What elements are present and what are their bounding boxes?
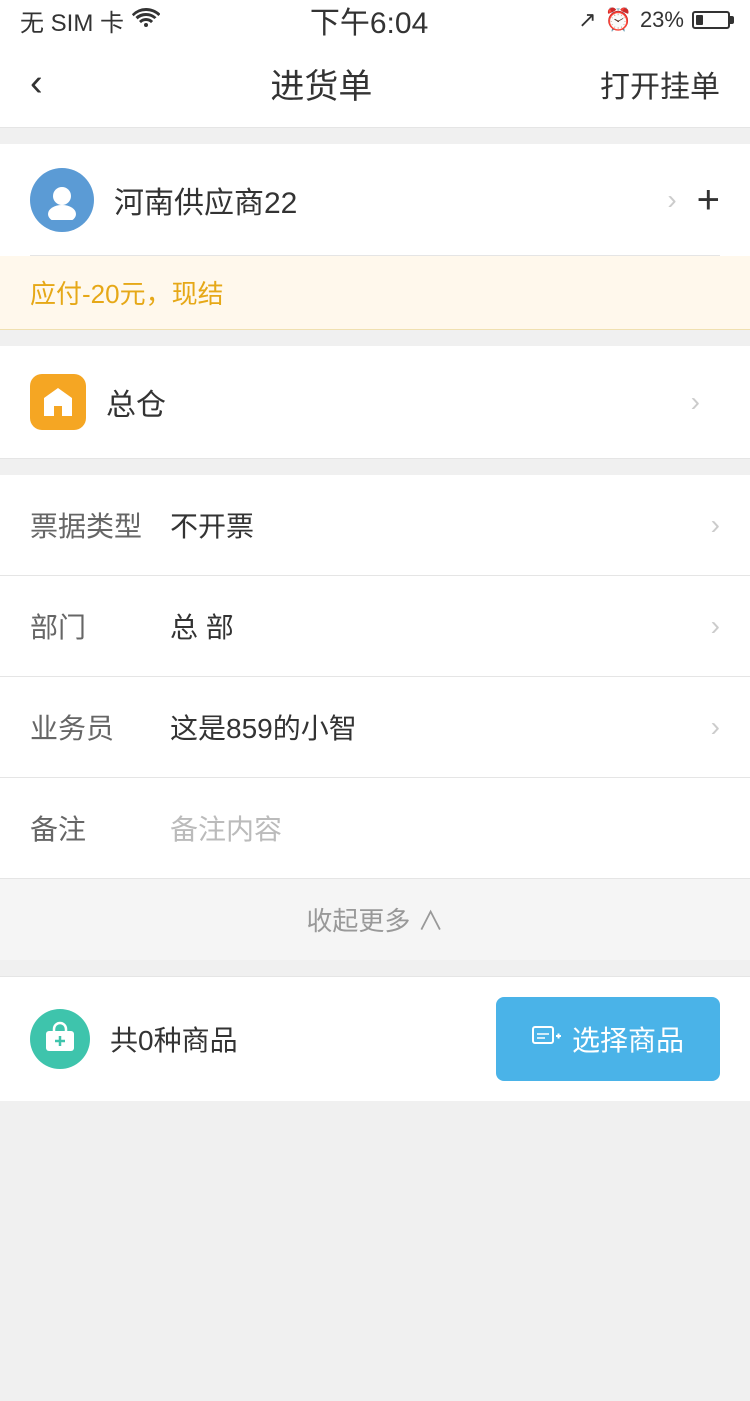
notice-banner: 应付-20元，现结: [0, 256, 750, 330]
select-product-label: 选择商品: [572, 1019, 684, 1059]
location-icon: ↗: [578, 7, 596, 33]
supplier-row[interactable]: 河南供应商22 › +: [0, 144, 750, 256]
carrier-label: 无 SIM 卡: [20, 3, 124, 38]
salesperson-row[interactable]: 业务员 这是859的小智 ›: [0, 677, 750, 778]
page-title: 进货单: [270, 59, 372, 108]
separator-1: [0, 128, 750, 144]
status-bar: 无 SIM 卡 下午6:04 ↗ ⏰ 23%: [0, 0, 750, 40]
supplier-divider: [30, 255, 720, 256]
status-right: ↗ ⏰ 23%: [578, 7, 730, 33]
supplier-section: 河南供应商22 › + 应付-20元，现结: [0, 144, 750, 330]
alarm-icon: ⏰: [605, 7, 632, 33]
dept-chevron-icon: ›: [711, 610, 720, 642]
product-bar: 共0种商品 选择商品: [0, 976, 750, 1101]
invoice-type-value: 不开票: [170, 505, 711, 545]
invoice-chevron-icon: ›: [711, 509, 720, 541]
department-row[interactable]: 部门 总 部 ›: [0, 576, 750, 677]
department-label: 部门: [30, 606, 170, 646]
warehouse-name: 总仓: [106, 380, 691, 424]
separator-3: [0, 459, 750, 475]
warehouse-chevron-icon: ›: [691, 386, 700, 418]
form-section: 票据类型 不开票 › 部门 总 部 › 业务员 这是859的小智 › 备注 备注…: [0, 475, 750, 878]
invoice-type-row[interactable]: 票据类型 不开票 ›: [0, 475, 750, 576]
remark-row[interactable]: 备注 备注内容: [0, 778, 750, 878]
warehouse-row[interactable]: 总仓 ›: [0, 346, 750, 459]
department-value: 总 部: [170, 606, 711, 646]
salesperson-chevron-icon: ›: [711, 711, 720, 743]
product-count-label: 共0种商品: [110, 1019, 496, 1059]
supplier-chevron-icon: ›: [667, 184, 676, 216]
salesperson-label: 业务员: [30, 707, 170, 747]
status-left: 无 SIM 卡: [20, 3, 160, 38]
product-icon: [30, 1009, 90, 1069]
supplier-name: 河南供应商22: [114, 178, 667, 222]
salesperson-value: 这是859的小智: [170, 707, 711, 747]
collapse-label: 收起更多 ∧: [306, 901, 443, 938]
separator-2: [0, 330, 750, 346]
collapse-row[interactable]: 收起更多 ∧: [0, 878, 750, 960]
warehouse-section: 总仓 ›: [0, 346, 750, 459]
warehouse-icon: [30, 374, 86, 430]
nav-bar: ‹ 进货单 打开挂单: [0, 40, 750, 128]
remark-label: 备注: [30, 808, 170, 848]
add-supplier-button[interactable]: +: [697, 178, 720, 223]
battery-percent: 23%: [640, 7, 684, 33]
notice-text: 应付-20元，现结: [30, 279, 224, 309]
status-time: 下午6:04: [310, 0, 428, 42]
battery-icon: [692, 11, 730, 29]
open-pending-button[interactable]: 打开挂单: [600, 62, 720, 106]
select-product-button[interactable]: 选择商品: [496, 997, 720, 1081]
supplier-avatar: [30, 168, 94, 232]
remark-input[interactable]: 备注内容: [170, 808, 720, 848]
wifi-icon: [132, 6, 160, 35]
back-button[interactable]: ‹: [30, 62, 43, 105]
select-product-icon: [532, 1023, 562, 1055]
bottom-gray-area: [0, 1101, 750, 1401]
invoice-type-label: 票据类型: [30, 505, 170, 545]
separator-4: [0, 960, 750, 976]
